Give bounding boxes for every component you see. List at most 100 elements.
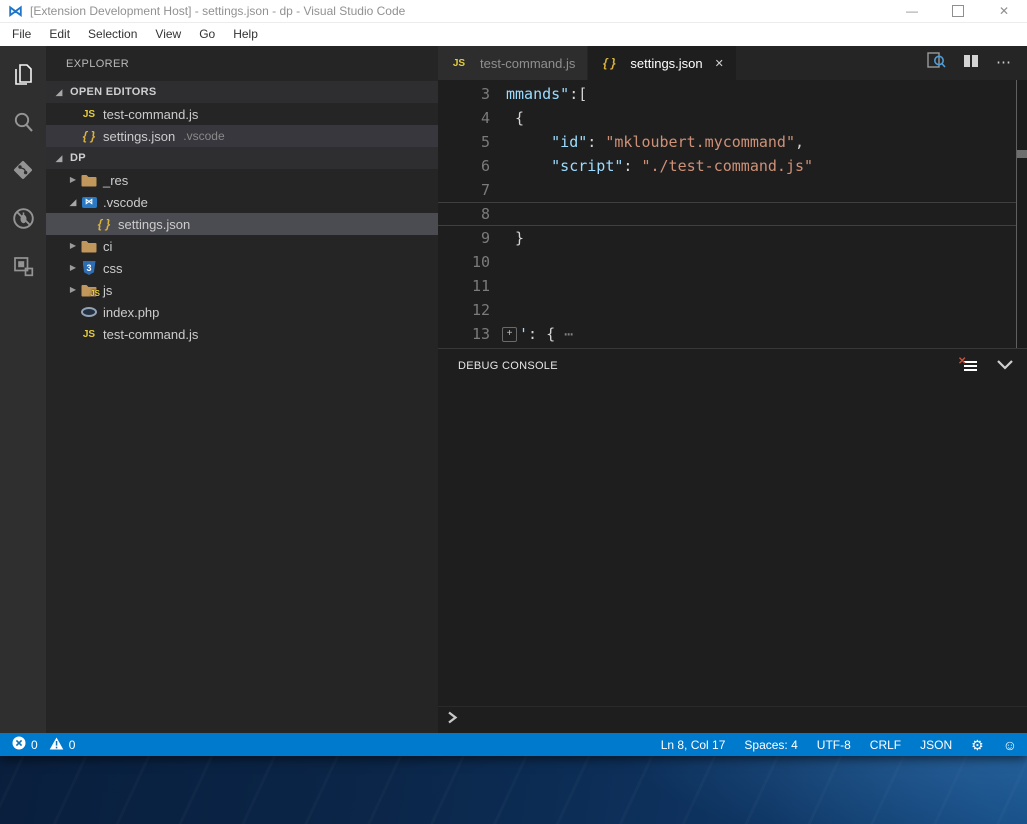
js-folder-icon: JS xyxy=(80,284,100,298)
editor-scrollbar[interactable] xyxy=(1016,80,1027,348)
warning-icon xyxy=(49,737,64,753)
language-mode-indicator[interactable]: JSON xyxy=(920,738,952,752)
open-editor-item-settings-json[interactable]: { } settings.json .vscode xyxy=(46,125,438,147)
status-bar: 0 0 Ln 8, Col 17 Spaces: 4 UTF-8 CRLF JS… xyxy=(0,733,1027,756)
folder-icon xyxy=(80,174,98,187)
open-editor-label: test-command.js xyxy=(103,106,199,122)
css3-icon: 3 xyxy=(80,261,98,275)
explorer-icon[interactable] xyxy=(0,50,46,98)
code-line-13[interactable]: 13 + ': { ⋯ xyxy=(438,322,1027,346)
code-line-4[interactable]: 4 { xyxy=(438,106,1027,130)
minimize-button[interactable]: ― xyxy=(889,0,935,22)
extensions-icon[interactable] xyxy=(0,242,46,290)
chevron-collapsed-icon: ▶ xyxy=(69,241,77,250)
code-line-6[interactable]: 6 "script": "./test-command.js" xyxy=(438,154,1027,178)
line-number: 12 xyxy=(471,301,490,319)
menu-item-go[interactable]: Go xyxy=(190,23,224,46)
code-line-9[interactable]: 9 } xyxy=(438,226,1027,250)
code-line-5[interactable]: 5 "id": "mkloubert.mycommand", xyxy=(438,130,1027,154)
fold-expand-icon[interactable]: + xyxy=(502,327,517,342)
open-editor-label: settings.json xyxy=(103,128,176,144)
menu-item-edit[interactable]: Edit xyxy=(40,23,79,46)
cursor-position-indicator[interactable]: Ln 8, Col 17 xyxy=(661,738,726,752)
json-file-icon: { } xyxy=(82,129,96,143)
chevron-expanded-icon: ◢ xyxy=(55,153,63,163)
tab-settings-json[interactable]: { } settings.json ✕ xyxy=(588,46,737,80)
line-number: 6 xyxy=(480,157,490,175)
debug-console-panel: DEBUG CONSOLE ✕ xyxy=(438,348,1027,733)
line-number: 8 xyxy=(480,205,490,223)
more-actions-icon[interactable]: ⋯ xyxy=(996,55,1012,70)
encoding-indicator[interactable]: UTF-8 xyxy=(817,738,851,752)
search-icon[interactable] xyxy=(0,98,46,146)
open-editors-header[interactable]: ◢ OPEN EDITORS xyxy=(46,81,438,103)
smiley-feedback-icon[interactable]: ☺ xyxy=(1003,738,1017,752)
line-number: 11 xyxy=(471,277,490,295)
feedback-gear-icon[interactable]: ⚙ xyxy=(971,738,984,752)
line-number: 7 xyxy=(480,181,490,199)
code-line-8-current[interactable]: 8 xyxy=(438,202,1027,226)
window-controls: ― ✕ xyxy=(889,0,1027,22)
code-line-7[interactable]: 7 xyxy=(438,178,1027,202)
split-editor-icon[interactable] xyxy=(963,54,979,73)
folder-dp-header[interactable]: ◢ DP xyxy=(46,147,438,169)
status-bar-right: Ln 8, Col 17 Spaces: 4 UTF-8 CRLF JSON ⚙… xyxy=(642,738,1017,752)
error-icon xyxy=(12,736,26,753)
repl-prompt-icon xyxy=(447,711,458,729)
code-line-3[interactable]: 3 mmands":[ xyxy=(438,82,1027,106)
code-line-11[interactable]: 11 xyxy=(438,274,1027,298)
tree-item-ci[interactable]: ▶ ci xyxy=(46,235,438,257)
tree-item-test-command-js[interactable]: JS test-command.js xyxy=(46,323,438,345)
code-line-12[interactable]: 12 xyxy=(438,298,1027,322)
tab-label: test-command.js xyxy=(480,55,576,71)
code-line-10[interactable]: 10 xyxy=(438,250,1027,274)
js-file-icon: JS xyxy=(82,108,96,120)
tree-item-label: css xyxy=(103,260,123,276)
indentation-indicator[interactable]: Spaces: 4 xyxy=(744,738,797,752)
source-control-icon[interactable] xyxy=(0,146,46,194)
menu-item-file[interactable]: File xyxy=(3,23,40,46)
open-editor-item-test-command[interactable]: JS test-command.js xyxy=(46,103,438,125)
clear-console-icon[interactable]: ✕ xyxy=(958,356,977,373)
open-preview-icon[interactable] xyxy=(927,52,946,74)
close-button[interactable]: ✕ xyxy=(981,0,1027,22)
workbench: EXPLORER ◢ OPEN EDITORS JS test-command.… xyxy=(0,46,1027,733)
maximize-button[interactable] xyxy=(935,0,981,22)
menu-bar: File Edit Selection View Go Help xyxy=(0,23,1027,46)
maximize-icon xyxy=(952,5,964,17)
tree-item-css[interactable]: ▶ 3 css xyxy=(46,257,438,279)
editor-actions: ⋯ xyxy=(927,46,1027,80)
eol-indicator[interactable]: CRLF xyxy=(870,738,901,752)
vscode-folder-icon: ⋈ xyxy=(80,196,98,208)
open-editor-detail: .vscode xyxy=(183,129,225,143)
debug-console-input[interactable] xyxy=(438,706,1027,733)
tree-item-index-php[interactable]: index.php xyxy=(46,301,438,323)
line-number: 4 xyxy=(480,109,490,127)
tree-item-label: test-command.js xyxy=(103,326,199,342)
chevron-collapsed-icon: ▶ xyxy=(69,263,77,272)
debug-console-output[interactable] xyxy=(438,383,1027,706)
folded-region-ellipsis[interactable]: ⋯ xyxy=(555,322,573,346)
error-count: 0 xyxy=(31,737,38,752)
line-number: 10 xyxy=(471,253,490,271)
close-tab-icon[interactable]: ✕ xyxy=(715,57,724,70)
tree-item-label: _res xyxy=(103,172,129,188)
debug-icon[interactable] xyxy=(0,194,46,242)
tree-item-settings-json[interactable]: { } settings.json xyxy=(46,213,438,235)
tree-item-res[interactable]: ▶ _res xyxy=(46,169,438,191)
tree-item-label: index.php xyxy=(103,304,160,320)
open-editors-label: OPEN EDITORS xyxy=(70,86,157,98)
chevron-collapsed-icon: ▶ xyxy=(69,175,77,184)
js-file-icon: JS xyxy=(82,328,96,340)
collapse-panel-icon[interactable] xyxy=(997,357,1013,375)
menu-item-selection[interactable]: Selection xyxy=(79,23,146,46)
tree-item-js[interactable]: ▶ JS js xyxy=(46,279,438,301)
panel-tab-debug-console[interactable]: DEBUG CONSOLE xyxy=(458,360,558,372)
menu-item-view[interactable]: View xyxy=(146,23,190,46)
code-editor: 3 mmands":[ 4 { 5 "id": "mkloubert.mycomm… xyxy=(438,80,1027,348)
problems-indicator[interactable]: 0 0 xyxy=(12,736,75,753)
tab-test-command-js[interactable]: JS test-command.js xyxy=(438,46,589,80)
scrollbar-thumb[interactable] xyxy=(1017,150,1027,158)
tree-item-vscode[interactable]: ◢ ⋈ .vscode xyxy=(46,191,438,213)
menu-item-help[interactable]: Help xyxy=(224,23,267,46)
